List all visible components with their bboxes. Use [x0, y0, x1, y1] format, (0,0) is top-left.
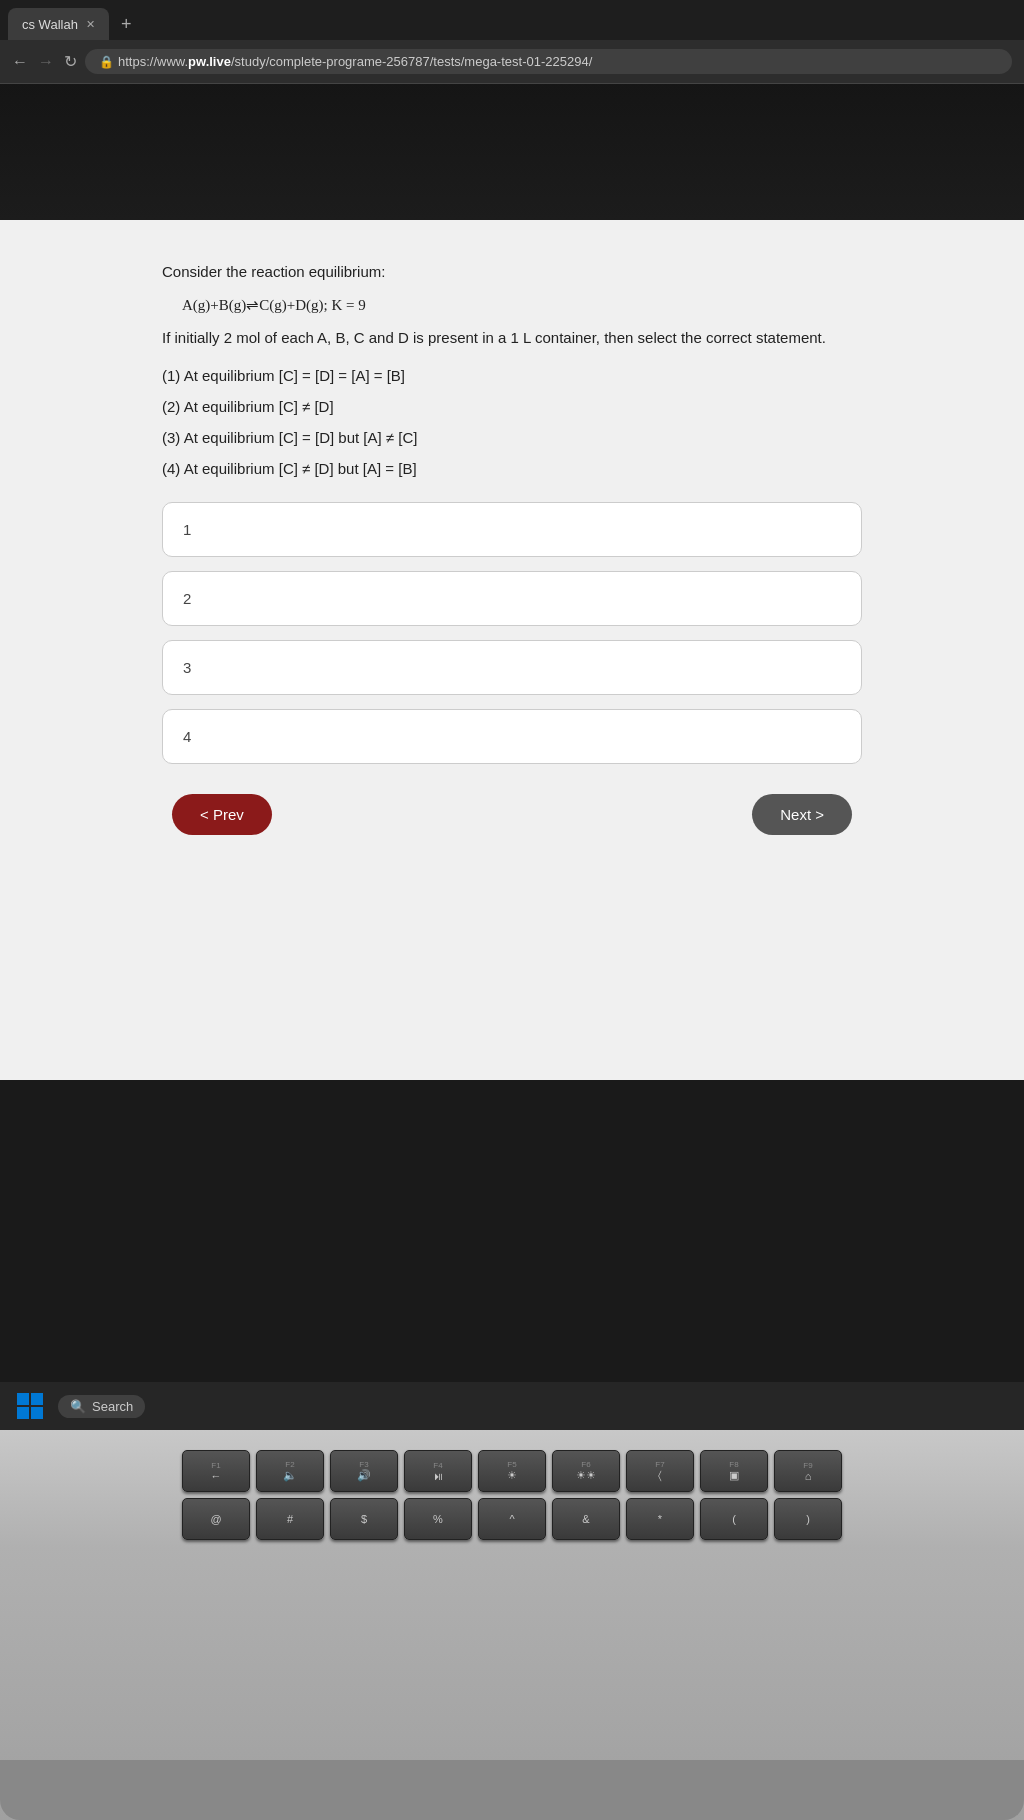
- url-display: https://www.pw.live/study/complete-progr…: [118, 54, 592, 69]
- tab-label: cs Wallah: [22, 17, 78, 32]
- answer-button-4[interactable]: 4: [162, 709, 862, 764]
- key-f5[interactable]: F5 ☀: [478, 1450, 546, 1492]
- option-1: (1) At equilibrium [C] = [D] = [A] = [B]: [162, 362, 862, 389]
- answer-button-1[interactable]: 1: [162, 502, 862, 557]
- question-body: If initially 2 mol of each A, B, C and D…: [162, 326, 862, 350]
- new-tab-button[interactable]: +: [115, 14, 138, 35]
- answer-button-2[interactable]: 2: [162, 571, 862, 626]
- key-f3[interactable]: F3 🔊: [330, 1450, 398, 1492]
- windows-taskbar: 🔍 Search: [0, 1382, 1024, 1430]
- lock-icon: 🔒: [99, 55, 114, 69]
- key-f9[interactable]: F9 ⌂: [774, 1450, 842, 1492]
- start-button[interactable]: [12, 1388, 48, 1424]
- key-dollar[interactable]: $: [330, 1498, 398, 1540]
- key-hash[interactable]: #: [256, 1498, 324, 1540]
- answer-button-3[interactable]: 3: [162, 640, 862, 695]
- key-f1[interactable]: F1 ←: [182, 1450, 250, 1492]
- option-2: (2) At equilibrium [C] ≠ [D]: [162, 393, 862, 420]
- keyboard-row-1: F1 ← F2 🔈 F3 🔊 F4 ⏯ F5 ☀ F6 ☀☀: [30, 1450, 994, 1492]
- search-label: Search: [92, 1399, 133, 1414]
- key-f2[interactable]: F2 🔈: [256, 1450, 324, 1492]
- next-label: Next >: [780, 806, 824, 823]
- search-icon: 🔍: [70, 1399, 86, 1414]
- option-3: (3) At equilibrium [C] = [D] but [A] ≠ […: [162, 424, 862, 451]
- reload-icon[interactable]: ↻: [64, 52, 77, 71]
- forward-icon: →: [38, 53, 54, 71]
- key-closeparen[interactable]: ): [774, 1498, 842, 1540]
- equation-display: A(g)+B(g)⇌C(g)+D(g); K = 9: [182, 296, 862, 314]
- keyboard-row-2: @ # $ % ^ & * ( ): [30, 1498, 994, 1540]
- answer-options-container: 1 2 3 4: [162, 502, 862, 764]
- question-options-list: (1) At equilibrium [C] = [D] = [A] = [B]…: [162, 362, 862, 482]
- tab-close-icon[interactable]: ✕: [86, 18, 95, 31]
- key-at[interactable]: @: [182, 1498, 250, 1540]
- key-f8[interactable]: F8 ▣: [700, 1450, 768, 1492]
- question-intro: Consider the reaction equilibrium:: [162, 260, 862, 284]
- browser-tab[interactable]: cs Wallah ✕: [8, 8, 109, 40]
- key-f7[interactable]: F7 〈: [626, 1450, 694, 1492]
- next-button[interactable]: Next >: [752, 794, 852, 835]
- option-4: (4) At equilibrium [C] ≠ [D] but [A] = […: [162, 455, 862, 482]
- url-bold: pw.live: [188, 54, 231, 69]
- address-bar[interactable]: 🔒 https://www.pw.live/study/complete-pro…: [85, 49, 1012, 74]
- navigation-buttons: < Prev Next >: [162, 794, 862, 835]
- key-openparen[interactable]: (: [700, 1498, 768, 1540]
- key-asterisk[interactable]: *: [626, 1498, 694, 1540]
- key-f6[interactable]: F6 ☀☀: [552, 1450, 620, 1492]
- prev-button[interactable]: < Prev: [172, 794, 272, 835]
- laptop-keyboard: F1 ← F2 🔈 F3 🔊 F4 ⏯ F5 ☀ F6 ☀☀: [0, 1430, 1024, 1820]
- taskbar-search[interactable]: 🔍 Search: [58, 1395, 145, 1418]
- key-percent[interactable]: %: [404, 1498, 472, 1540]
- prev-label: < Prev: [200, 806, 244, 823]
- key-caret[interactable]: ^: [478, 1498, 546, 1540]
- key-f4[interactable]: F4 ⏯: [404, 1450, 472, 1492]
- laptop-bottom-bezel: [0, 1760, 1024, 1820]
- key-ampersand[interactable]: &: [552, 1498, 620, 1540]
- back-icon[interactable]: ←: [12, 53, 28, 71]
